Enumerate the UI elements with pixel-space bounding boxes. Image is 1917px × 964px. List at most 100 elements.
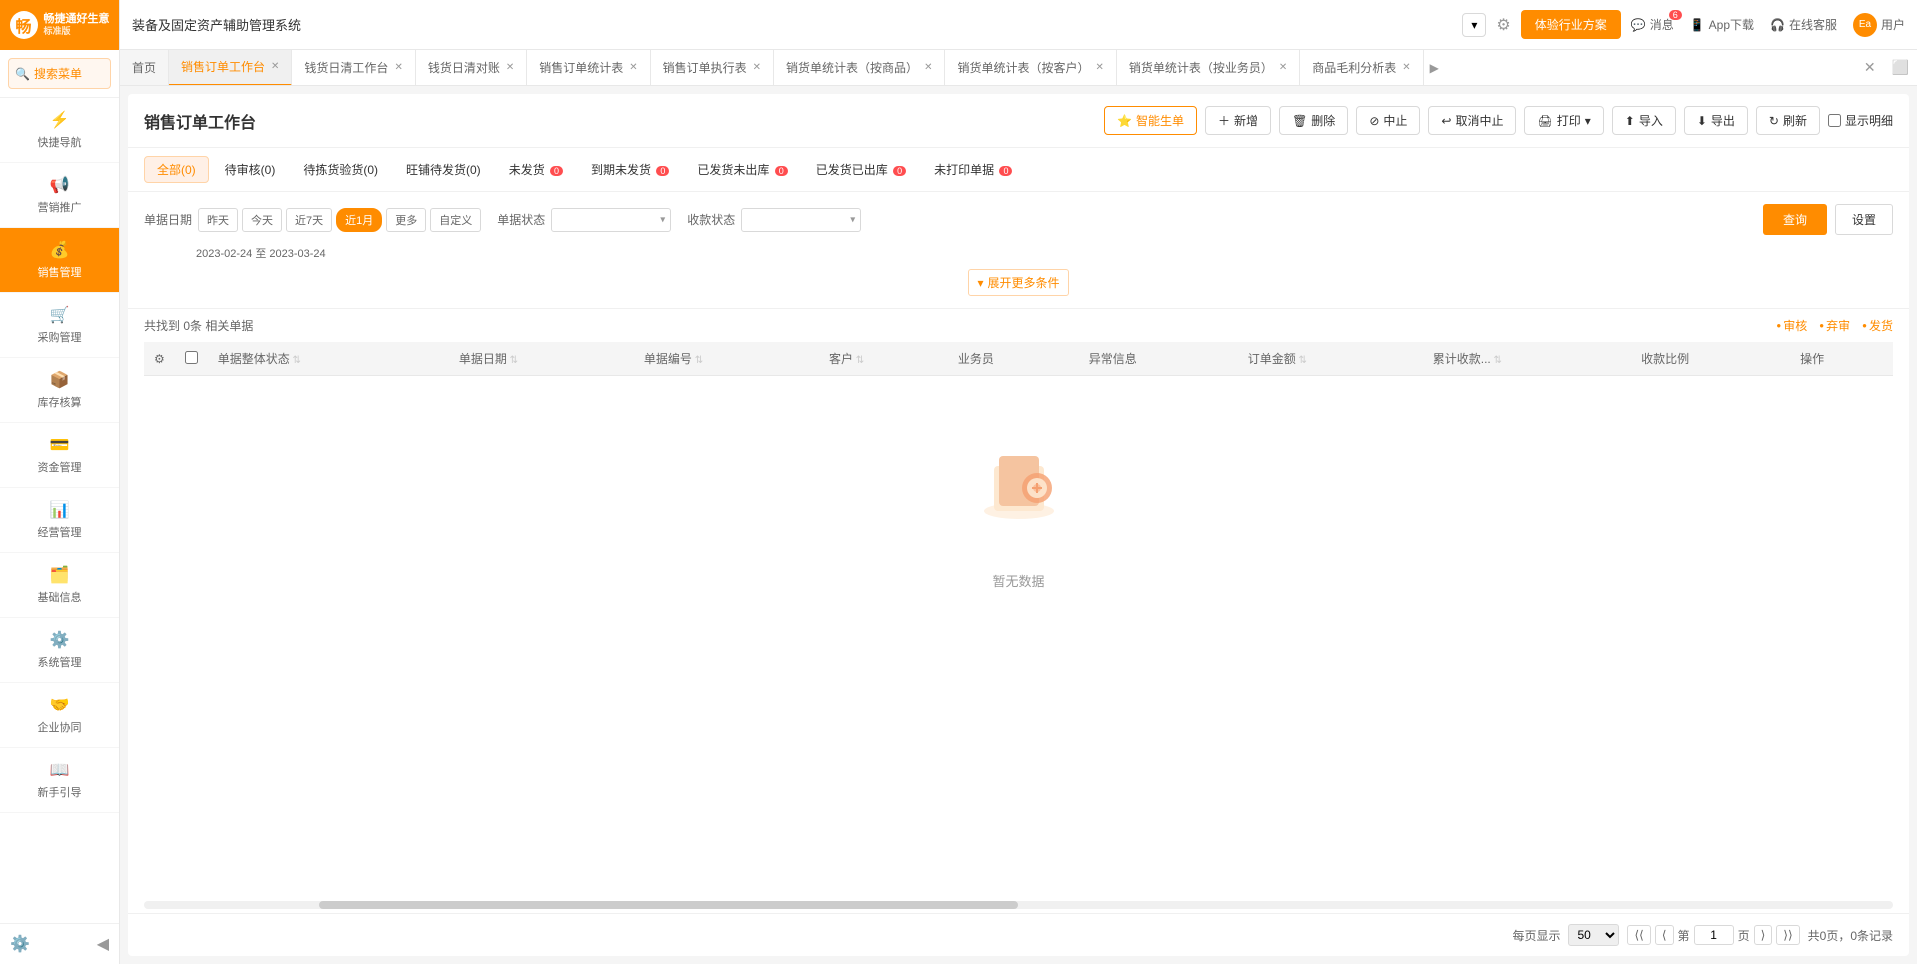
page-last-button[interactable]: ⟩⟩ [1776, 925, 1799, 945]
payment-select-wrapper[interactable] [741, 208, 861, 232]
sidebar-item-purchase[interactable]: 🛒 采购管理 [0, 293, 119, 358]
status-select[interactable] [551, 208, 671, 232]
page-next-button[interactable]: ⟩ [1754, 925, 1773, 945]
page-prev-button[interactable]: ⟨ [1655, 925, 1674, 945]
search-row-1: 单据日期 昨天 今天 近7天 近1月 更多 自定义 单据状态 [144, 204, 1893, 235]
sidebar-item-marketing[interactable]: 📢 营销推广 [0, 163, 119, 228]
filter-tab-shipped-out[interactable]: 已发货已出库 0 [804, 157, 918, 182]
tab-close-icon[interactable]: ✕ [394, 62, 402, 73]
page-title: 销售订单工作台 [144, 109, 256, 133]
th-number[interactable]: 单据编号 [634, 342, 819, 376]
app-download-button[interactable]: 📱 App下载 [1690, 16, 1754, 33]
date-btn-7days[interactable]: 近7天 [286, 208, 332, 232]
tab-sales-stat-product[interactable]: 销货单统计表（按商品） ✕ [774, 50, 945, 86]
th-collected[interactable]: 累计收款... [1423, 342, 1631, 376]
tab-close-icon[interactable]: ✕ [753, 62, 761, 73]
tab-home[interactable]: 首页 [120, 50, 169, 86]
tab-cash-daily[interactable]: 钱货日清工作台 ✕ [292, 50, 415, 86]
date-btn-custom[interactable]: 自定义 [430, 208, 481, 232]
show-detail-checkbox[interactable] [1828, 114, 1841, 127]
th-status[interactable]: 单据整体状态 [208, 342, 449, 376]
tab-close-icon[interactable]: ✕ [1095, 62, 1103, 73]
payment-select[interactable] [741, 208, 861, 232]
tab-close-icon[interactable]: ✕ [924, 62, 932, 73]
tab-close-icon[interactable]: ✕ [506, 62, 514, 73]
tabs-scroll-right[interactable]: ▶ [1424, 61, 1445, 75]
th-customer[interactable]: 客户 [819, 342, 948, 376]
sidebar-item-operations[interactable]: 📊 经营管理 [0, 488, 119, 553]
horizontal-scrollbar[interactable] [144, 901, 1893, 909]
tab-close-icon[interactable]: ✕ [629, 62, 637, 73]
filter-tab-shipped-not-out[interactable]: 已发货未出库 0 [685, 157, 799, 182]
smart-create-button[interactable]: ⭐ 智能生单 [1104, 106, 1197, 135]
tab-sales-stat-staff[interactable]: 销货单统计表（按业务员） ✕ [1117, 50, 1300, 86]
filter-tab-wangpu[interactable]: 旺铺待发货(0) [394, 157, 493, 182]
export-button[interactable]: ⬇ 导出 [1684, 106, 1748, 135]
tab-sales-stat[interactable]: 销售订单统计表 ✕ [527, 50, 650, 86]
import-button[interactable]: ⬆ 导入 [1612, 106, 1676, 135]
page-first-button[interactable]: ⟨⟨ [1627, 925, 1650, 945]
status-select-wrapper[interactable] [551, 208, 671, 232]
topbar-gear-icon[interactable]: ⚙ [1496, 15, 1510, 35]
audit-action[interactable]: 审核 [1776, 317, 1807, 334]
tab-sales-execute[interactable]: 销售订单执行表 ✕ [651, 50, 774, 86]
set-button[interactable]: 设置 [1835, 204, 1893, 235]
sidebar-search[interactable]: 🔍 搜索菜单 [0, 50, 119, 98]
filter-tab-pending-review[interactable]: 待审核(0) [213, 157, 288, 182]
scroll-thumb[interactable] [319, 901, 1019, 909]
tab-close-all[interactable]: ✕ [1856, 59, 1884, 76]
filter-tab-pending-inspect[interactable]: 待拣货验货(0) [291, 157, 390, 182]
filter-tab-not-printed[interactable]: 未打印单据 0 [922, 157, 1024, 182]
filter-tab-all[interactable]: 全部(0) [144, 156, 209, 183]
date-btn-1month[interactable]: 近1月 [336, 208, 382, 232]
online-service-button[interactable]: 🎧 在线客服 [1770, 16, 1837, 33]
expand-button[interactable]: ▾ 展开更多条件 [968, 269, 1068, 296]
tab-product-margin[interactable]: 商品毛利分析表 ✕ [1300, 50, 1423, 86]
filter-tab-expired[interactable]: 到期未发货 0 [579, 157, 681, 182]
select-all-checkbox[interactable] [185, 351, 198, 364]
tab-cash-reconcile[interactable]: 钱货日清对账 ✕ [416, 50, 527, 86]
search-button[interactable]: 查询 [1763, 204, 1827, 235]
sidebar-item-quicknav[interactable]: ⚡ 快捷导航 [0, 98, 119, 163]
th-amount[interactable]: 订单金额 [1238, 342, 1423, 376]
sidebar-item-inventory[interactable]: 📦 库存核算 [0, 358, 119, 423]
new-button[interactable]: ＋ 新增 [1205, 106, 1271, 135]
user-menu[interactable]: Ea 用户 [1853, 13, 1905, 37]
sidebar-item-finance[interactable]: 💳 资金管理 [0, 423, 119, 488]
th-settings[interactable]: ⚙ [144, 342, 175, 376]
stop-button[interactable]: ⊘ 中止 [1356, 106, 1420, 135]
th-checkbox[interactable] [175, 342, 208, 376]
cancel-audit-action[interactable]: 弃审 [1819, 317, 1850, 334]
message-button[interactable]: 💬 消息 6 [1631, 16, 1674, 33]
sidebar-item-baseinfo[interactable]: 🗂️ 基础信息 [0, 553, 119, 618]
date-btn-yesterday[interactable]: 昨天 [198, 208, 238, 232]
ship-action[interactable]: 发货 [1862, 317, 1893, 334]
sidebar-collapse-button[interactable]: ◀ [97, 934, 109, 954]
tab-close-icon[interactable]: ✕ [271, 61, 279, 72]
logo-icon: 畅 [10, 11, 38, 39]
sidebar-item-guide[interactable]: 📖 新手引导 [0, 748, 119, 813]
page-input[interactable] [1694, 925, 1734, 945]
th-date[interactable]: 单据日期 [449, 342, 634, 376]
search-menu-button[interactable]: 🔍 搜索菜单 [8, 58, 111, 89]
date-btn-today[interactable]: 今天 [242, 208, 282, 232]
sidebar-item-sales[interactable]: 💰 销售管理 [0, 228, 119, 293]
date-btn-more[interactable]: 更多 [386, 208, 426, 232]
industry-btn[interactable]: 体验行业方案 [1521, 10, 1621, 39]
tab-sales-workbench[interactable]: 销售订单工作台 ✕ [169, 50, 292, 86]
sidebar-item-system[interactable]: ⚙️ 系统管理 [0, 618, 119, 683]
page-size-select[interactable]: 20 50 100 [1568, 924, 1619, 946]
cancel-stop-button[interactable]: ↩ 取消中止 [1428, 106, 1516, 135]
tab-maximize[interactable]: ⬜ [1884, 59, 1917, 76]
tab-sales-stat-customer[interactable]: 销货单统计表（按客户） ✕ [945, 50, 1116, 86]
sidebar-item-cooperation[interactable]: 🤝 企业协同 [0, 683, 119, 748]
tab-close-icon[interactable]: ✕ [1402, 62, 1410, 73]
refresh-button[interactable]: ↻ 刷新 [1756, 106, 1820, 135]
tab-close-icon[interactable]: ✕ [1279, 62, 1287, 73]
sidebar-settings-button[interactable]: ⚙️ [10, 934, 30, 954]
system-dropdown[interactable]: ▾ [1462, 13, 1486, 37]
print-button[interactable]: 🖨 打印 ▾ [1524, 106, 1603, 135]
filter-tab-not-shipped[interactable]: 未发货 0 [497, 157, 575, 182]
show-detail-label[interactable]: 显示明细 [1828, 112, 1893, 129]
delete-button[interactable]: 🗑 删除 [1279, 106, 1348, 135]
